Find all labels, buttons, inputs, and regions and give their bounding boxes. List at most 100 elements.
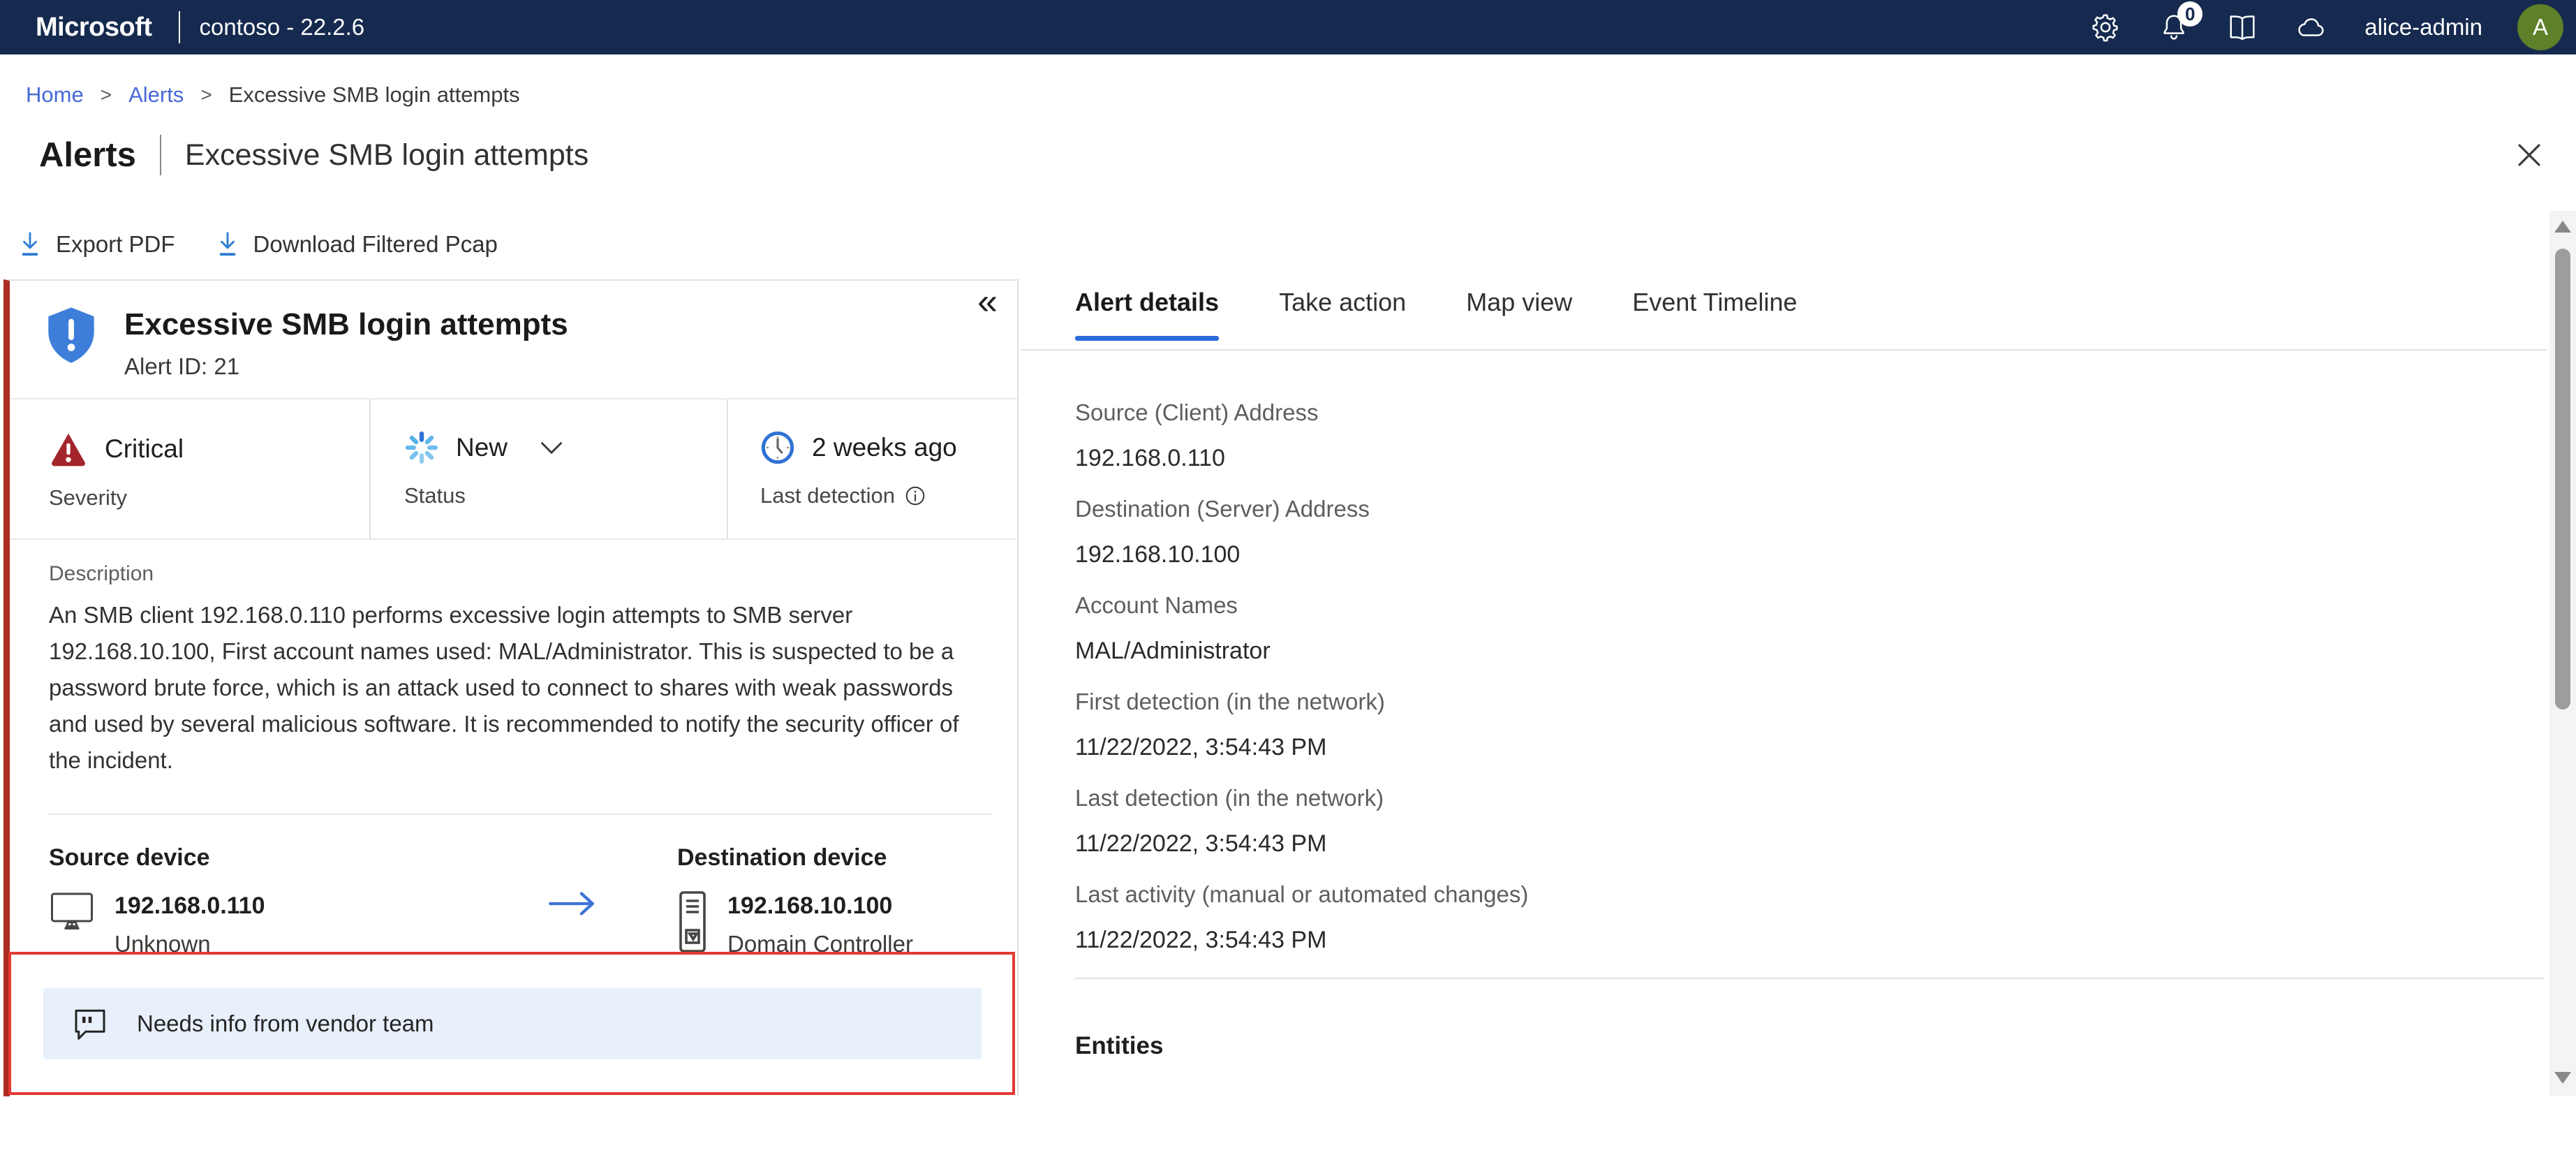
field-label: Account Names bbox=[1075, 592, 1238, 618]
download-icon bbox=[216, 230, 239, 258]
field-value: 192.168.0.110 bbox=[1075, 445, 1225, 471]
top-bar-brand-group: Microsoft contoso - 22.2.6 bbox=[36, 11, 364, 43]
breadcrumb-separator: > bbox=[200, 84, 212, 105]
vertical-scrollbar[interactable] bbox=[2549, 211, 2576, 1096]
cloud-icon[interactable] bbox=[2293, 10, 2328, 45]
scrollbar-up-arrow[interactable] bbox=[2554, 221, 2571, 233]
username-label: alice-admin bbox=[2364, 14, 2482, 40]
source-device-label: Source device bbox=[49, 844, 210, 871]
last-detection-label: Last detection bbox=[760, 483, 896, 508]
download-pcap-label: Download Filtered Pcap bbox=[253, 231, 498, 257]
destination-device-info: 192.168.10.100 Domain Controller bbox=[727, 890, 913, 957]
workstation-icon bbox=[49, 890, 95, 957]
tab-alert-details[interactable]: Alert details bbox=[1075, 281, 1220, 341]
detail-tabs: Alert details Take action Map view Event… bbox=[1075, 281, 2544, 348]
traffic-direction-arrow-icon bbox=[468, 844, 677, 957]
field-value: 11/22/2022, 3:54:43 PM bbox=[1075, 830, 1327, 857]
field-label: Last detection (in the network) bbox=[1075, 785, 1384, 811]
collapse-panel-icon[interactable]: « bbox=[977, 281, 998, 322]
field-source-address: Source (Client) Address 192.168.0.110 bbox=[1075, 399, 2544, 473]
top-bar: Microsoft contoso - 22.2.6 0 alice-admin… bbox=[0, 0, 2576, 54]
field-value: MAL/Administrator bbox=[1075, 638, 1271, 664]
alert-detail-fields: Source (Client) Address 192.168.0.110 De… bbox=[1075, 399, 2544, 955]
info-icon[interactable] bbox=[905, 485, 926, 506]
field-last-activity: Last activity (manual or automated chang… bbox=[1075, 881, 2544, 955]
alert-attributes-row: Critical Severity New Status 2 weeks ago… bbox=[10, 399, 1017, 540]
description-text: An SMB client 192.168.0.110 performs exc… bbox=[49, 602, 959, 773]
field-value: 11/22/2022, 3:54:43 PM bbox=[1075, 734, 1327, 760]
console-name-version: contoso - 22.2.6 bbox=[199, 14, 365, 40]
settings-gear-icon[interactable] bbox=[2088, 10, 2123, 45]
tab-event-timeline[interactable]: Event Timeline bbox=[1632, 281, 1797, 341]
alert-shield-icon bbox=[45, 306, 98, 365]
status-dropdown-chevron-icon[interactable] bbox=[540, 441, 563, 455]
source-device-block: Source device 192.168.0.110 Unknown bbox=[49, 844, 468, 957]
tabs-bottom-divider bbox=[1021, 349, 2547, 351]
page-title: Alerts bbox=[39, 136, 136, 174]
status-new-spinner-icon bbox=[404, 430, 439, 465]
export-pdf-label: Export PDF bbox=[56, 231, 175, 257]
documentation-book-icon[interactable] bbox=[2225, 10, 2260, 45]
comment-text: Needs info from vendor team bbox=[137, 1010, 434, 1036]
field-account-names: Account Names MAL/Administrator bbox=[1075, 592, 2544, 666]
tab-map-view[interactable]: Map view bbox=[1466, 281, 1572, 341]
entities-heading: Entities bbox=[1075, 1032, 1164, 1059]
breadcrumb-current: Excessive SMB login attempts bbox=[228, 82, 520, 107]
field-last-detection: Last detection (in the network) 11/22/20… bbox=[1075, 785, 2544, 858]
breadcrumb: Home > Alerts > Excessive SMB login atte… bbox=[26, 82, 520, 108]
field-value: 11/22/2022, 3:54:43 PM bbox=[1075, 927, 1327, 953]
alert-card-titles: Excessive SMB login attempts Alert ID: 2… bbox=[124, 303, 568, 380]
topbar-divider bbox=[178, 11, 180, 43]
download-icon bbox=[18, 230, 42, 258]
alert-id: Alert ID: 21 bbox=[124, 353, 240, 379]
comment-banner[interactable]: Needs info from vendor team bbox=[43, 987, 982, 1059]
description-section: Description An SMB client 192.168.0.110 … bbox=[10, 540, 1017, 779]
clock-icon bbox=[760, 430, 795, 465]
field-destination-address: Destination (Server) Address 192.168.10.… bbox=[1075, 496, 2544, 569]
breadcrumb-alerts[interactable]: Alerts bbox=[128, 82, 184, 108]
breadcrumb-separator: > bbox=[100, 84, 112, 105]
microsoft-logo: Microsoft bbox=[36, 12, 152, 42]
field-label: First detection (in the network) bbox=[1075, 689, 1385, 714]
critical-warning-icon bbox=[49, 430, 88, 467]
title-divider bbox=[159, 135, 161, 175]
destination-device-ip[interactable]: 192.168.10.100 bbox=[727, 892, 913, 920]
page-title-row: Alerts Excessive SMB login attempts bbox=[39, 133, 2545, 177]
server-icon bbox=[677, 890, 708, 957]
severity-value: Critical bbox=[105, 434, 184, 463]
alert-summary-card: Excessive SMB login attempts Alert ID: 2… bbox=[3, 279, 1019, 1096]
last-detection-value: 2 weeks ago bbox=[812, 433, 957, 462]
comment-icon bbox=[73, 1007, 108, 1041]
avatar[interactable]: A bbox=[2517, 4, 2563, 50]
alert-card-header: Excessive SMB login attempts Alert ID: 2… bbox=[10, 281, 1017, 399]
defender-iot-alert-page: Microsoft contoso - 22.2.6 0 alice-admin… bbox=[0, 0, 2576, 1169]
field-label: Last activity (manual or automated chang… bbox=[1075, 881, 1529, 907]
source-device-ip[interactable]: 192.168.0.110 bbox=[114, 892, 265, 920]
field-label: Source (Client) Address bbox=[1075, 399, 1319, 425]
download-pcap-button[interactable]: Download Filtered Pcap bbox=[216, 230, 498, 258]
source-device-info: 192.168.0.110 Unknown bbox=[114, 890, 265, 957]
scrollbar-down-arrow[interactable] bbox=[2554, 1072, 2571, 1084]
alert-details-panel: Alert details Take action Map view Event… bbox=[1075, 281, 2544, 1060]
close-icon[interactable] bbox=[2513, 139, 2545, 171]
severity-block: Critical Severity bbox=[10, 399, 369, 538]
destination-device-block: Destination device 192.168.10.100 Domain… bbox=[677, 844, 992, 957]
status-block: New Status bbox=[369, 399, 727, 538]
devices-section: Source device 192.168.0.110 Unknown Dest… bbox=[10, 815, 1017, 957]
page-subtitle: Excessive SMB login attempts bbox=[184, 138, 589, 172]
severity-label: Severity bbox=[49, 485, 127, 510]
top-bar-controls: 0 alice-admin A bbox=[2088, 1, 2563, 50]
scrollbar-thumb[interactable] bbox=[2555, 249, 2570, 710]
notifications-bell-icon[interactable]: 0 bbox=[2156, 1, 2203, 45]
description-label: Description bbox=[49, 562, 154, 585]
field-label: Destination (Server) Address bbox=[1075, 496, 1370, 522]
tab-take-action[interactable]: Take action bbox=[1279, 281, 1406, 341]
field-value: 192.168.10.100 bbox=[1075, 541, 1241, 568]
export-pdf-button[interactable]: Export PDF bbox=[18, 230, 175, 258]
status-value: New bbox=[456, 433, 508, 462]
entities-divider bbox=[1075, 978, 2544, 979]
field-first-detection: First detection (in the network) 11/22/2… bbox=[1075, 689, 2544, 762]
notification-count-badge: 0 bbox=[2177, 1, 2203, 27]
breadcrumb-home[interactable]: Home bbox=[26, 82, 84, 108]
status-label: Status bbox=[404, 483, 466, 508]
